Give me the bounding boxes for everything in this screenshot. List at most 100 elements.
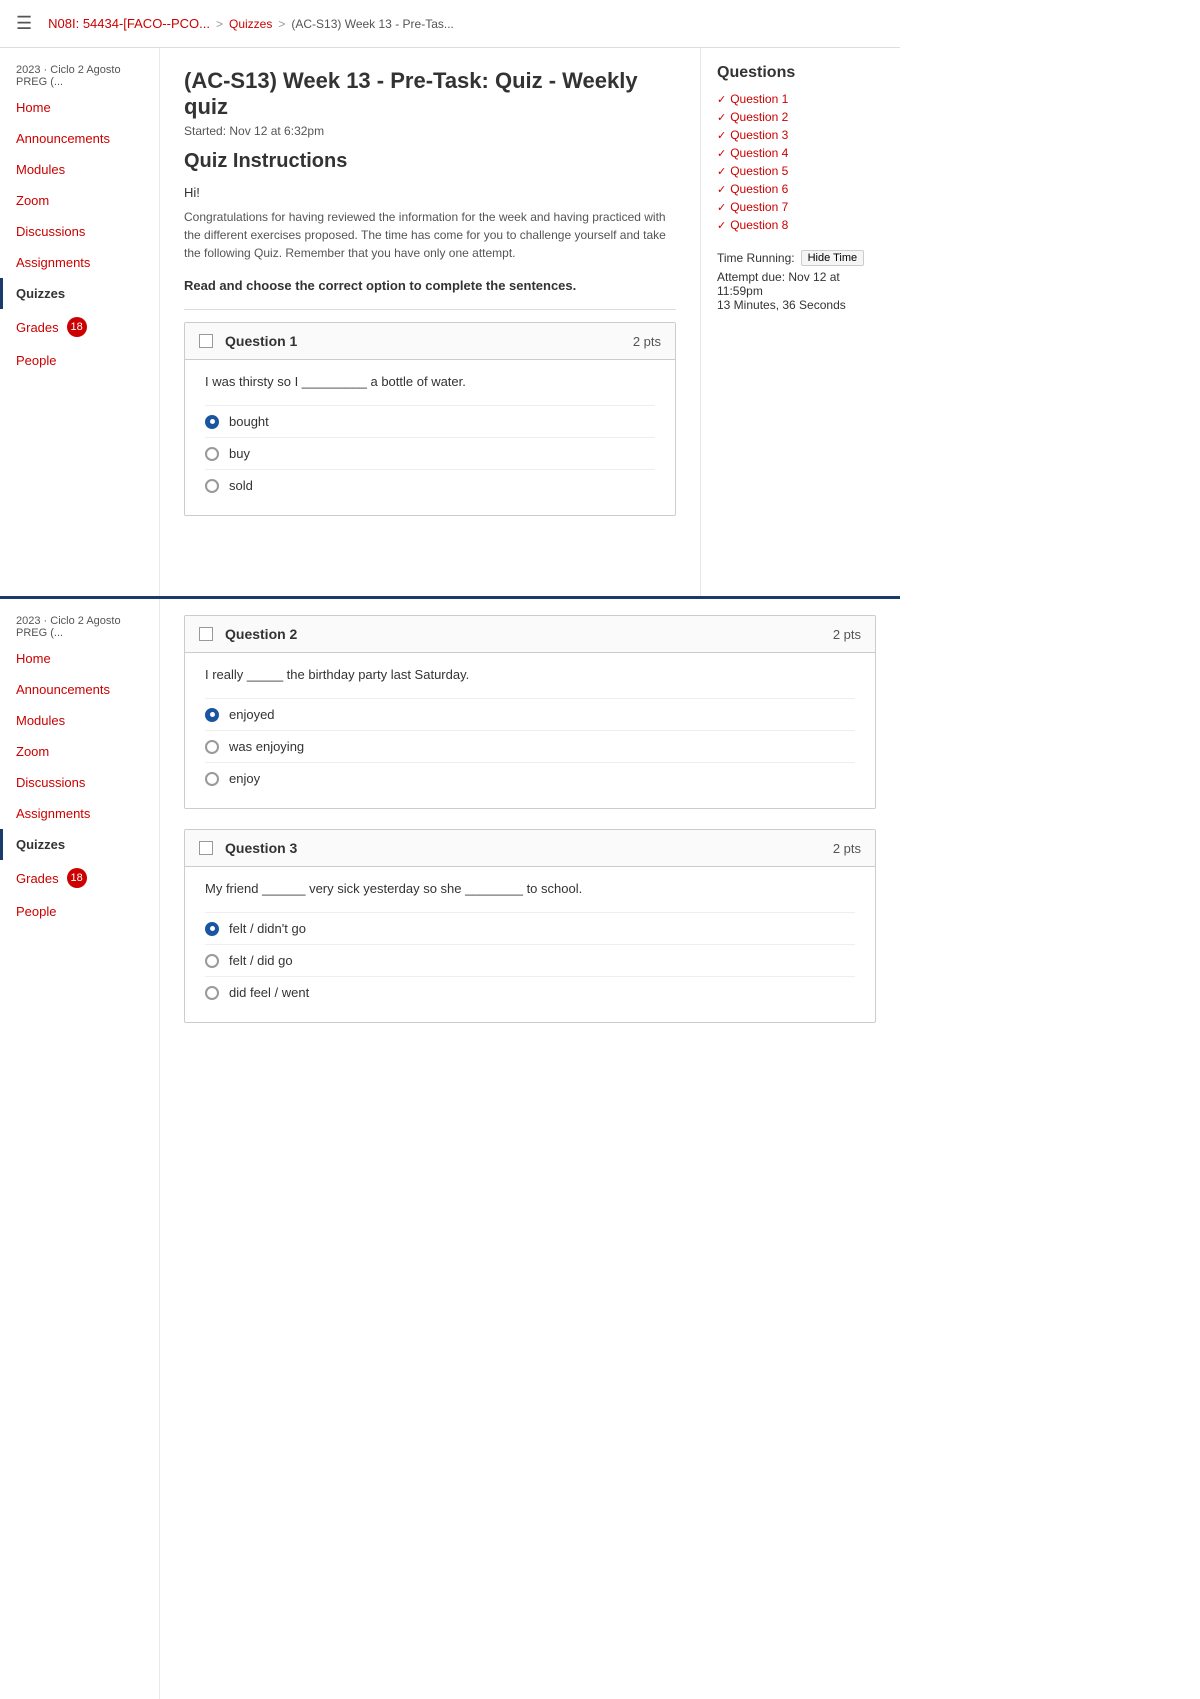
sidebar2-item-discussions[interactable]: Discussions (0, 767, 159, 798)
question-2-option-1[interactable]: was enjoying (205, 730, 855, 762)
question-links: ✓ Question 1 ✓ Question 2 ✓ Question 3 ✓… (717, 90, 884, 234)
option-enjoyed-label: enjoyed (229, 707, 275, 722)
sidebar2-grades-label: Grades (16, 871, 59, 886)
time-running-label: Time Running: (717, 251, 795, 265)
question-1-header: Question 1 2 pts (185, 323, 675, 360)
sidebar2-item-home[interactable]: Home (0, 643, 159, 674)
question-3-pts: 2 pts (833, 841, 861, 856)
question-3-option-0[interactable]: felt / didn't go (205, 912, 855, 944)
question-1-pts: 2 pts (633, 334, 661, 349)
sidebar2-item-modules[interactable]: Modules (0, 705, 159, 736)
sidebar-item-people[interactable]: People (0, 345, 159, 376)
option-felt-did-go-label: felt / did go (229, 953, 293, 968)
sidebar2-item-announcements[interactable]: Announcements (0, 674, 159, 705)
top-bar: ☰ N08I: 54434-[FACO--PCO... > Quizzes > … (0, 0, 900, 48)
sidebar-item-zoom[interactable]: Zoom (0, 185, 159, 216)
breadcrumb-sep2: > (278, 17, 285, 31)
question-2-checkbox[interactable] (199, 627, 213, 641)
breadcrumb-current: (AC-S13) Week 13 - Pre-Tas... (291, 17, 454, 31)
breadcrumb: N08I: 54434-[FACO--PCO... > Quizzes > (A… (48, 16, 454, 31)
sidebar-item-modules[interactable]: Modules (0, 154, 159, 185)
question-1-checkbox[interactable] (199, 334, 213, 348)
sidebar-item-assignments[interactable]: Assignments (0, 247, 159, 278)
sidebar-item-announcements[interactable]: Announcements (0, 123, 159, 154)
sidebar2-course-label: 2023 · Ciclo 2 Agosto PREG (... (0, 607, 159, 643)
question-2-text: I really _____ the birthday party last S… (205, 667, 855, 682)
question-link-6[interactable]: ✓ Question 6 (717, 180, 884, 198)
quiz-title: (AC-S13) Week 13 - Pre-Task: Quiz - Week… (184, 68, 676, 120)
right-panel: Questions ✓ Question 1 ✓ Question 2 ✓ Qu… (700, 48, 900, 596)
sidebar2-item-quizzes[interactable]: Quizzes (0, 829, 159, 860)
option-enjoy-label: enjoy (229, 771, 260, 786)
question-1-text: I was thirsty so I _________ a bottle of… (205, 374, 655, 389)
question-1-option-2[interactable]: sold (205, 469, 655, 501)
breadcrumb-course[interactable]: N08I: 54434-[FACO--PCO... (48, 16, 210, 31)
question-3-header: Question 3 2 pts (185, 830, 875, 867)
question-3-checkbox[interactable] (199, 841, 213, 855)
sidebar2: 2023 · Ciclo 2 Agosto PREG (... Home Ann… (0, 599, 160, 1699)
quiz-instructions-title: Quiz Instructions (184, 150, 676, 173)
question-3-body: My friend ______ very sick yesterday so … (185, 867, 875, 1022)
sidebar2-item-people[interactable]: People (0, 896, 159, 927)
sidebar-item-quizzes[interactable]: Quizzes (0, 278, 159, 309)
radio-did-feel-went[interactable] (205, 986, 219, 1000)
check-icon-5: ✓ (717, 165, 726, 178)
radio-bought[interactable] (205, 415, 219, 429)
questions-panel-title: Questions (717, 64, 884, 82)
question-link-8[interactable]: ✓ Question 8 (717, 216, 884, 234)
attempt-due: Attempt due: Nov 12 at 11:59pm (717, 270, 884, 298)
radio-buy[interactable] (205, 447, 219, 461)
question-link-1[interactable]: ✓ Question 1 (717, 90, 884, 108)
question-1-option-1[interactable]: buy (205, 437, 655, 469)
option-was-enjoying-label: was enjoying (229, 739, 304, 754)
sidebar-course-label: 2023 · Ciclo 2 Agosto PREG (... (0, 56, 159, 92)
radio-was-enjoying[interactable] (205, 740, 219, 754)
question-3-card: Question 3 2 pts My friend ______ very s… (184, 829, 876, 1023)
hamburger-icon[interactable]: ☰ (16, 13, 32, 34)
question-2-pts: 2 pts (833, 627, 861, 642)
quiz-instruction: Read and choose the correct option to co… (184, 278, 676, 293)
question-3-option-2[interactable]: did feel / went (205, 976, 855, 1008)
question-link-4[interactable]: ✓ Question 4 (717, 144, 884, 162)
question-1-card: Question 1 2 pts I was thirsty so I ____… (184, 322, 676, 516)
divider (184, 309, 676, 310)
breadcrumb-quizzes[interactable]: Quizzes (229, 17, 272, 31)
radio-enjoy[interactable] (205, 772, 219, 786)
hide-time-button[interactable]: Hide Time (801, 250, 865, 266)
question-1-title: Question 1 (225, 333, 633, 349)
time-left: 13 Minutes, 36 Seconds (717, 298, 884, 312)
sidebar-item-grades[interactable]: Grades 18 (0, 309, 159, 345)
quiz-hi: Hi! (184, 185, 676, 200)
check-icon-3: ✓ (717, 129, 726, 142)
radio-sold[interactable] (205, 479, 219, 493)
radio-felt-did-go[interactable] (205, 954, 219, 968)
second-main: Question 2 2 pts I really _____ the birt… (160, 599, 900, 1699)
question-3-title: Question 3 (225, 840, 833, 856)
question-link-2[interactable]: ✓ Question 2 (717, 108, 884, 126)
sidebar2-item-grades[interactable]: Grades 18 (0, 860, 159, 896)
check-icon-8: ✓ (717, 219, 726, 232)
question-1-body: I was thirsty so I _________ a bottle of… (185, 360, 675, 515)
grades-label: Grades (16, 320, 59, 335)
question-link-7[interactable]: ✓ Question 7 (717, 198, 884, 216)
option-felt-didnt-go-label: felt / didn't go (229, 921, 306, 936)
question-2-option-2[interactable]: enjoy (205, 762, 855, 794)
check-icon-1: ✓ (717, 93, 726, 106)
sidebar-item-home[interactable]: Home (0, 92, 159, 123)
question-2-option-0[interactable]: enjoyed (205, 698, 855, 730)
radio-felt-didnt-go[interactable] (205, 922, 219, 936)
question-1-option-0[interactable]: bought (205, 405, 655, 437)
option-bought-label: bought (229, 414, 269, 429)
breadcrumb-sep1: > (216, 17, 223, 31)
time-info: Time Running: Hide Time Attempt due: Nov… (717, 250, 884, 312)
quiz-body-text: Congratulations for having reviewed the … (184, 208, 676, 262)
sidebar-item-discussions[interactable]: Discussions (0, 216, 159, 247)
sidebar2-item-assignments[interactable]: Assignments (0, 798, 159, 829)
sidebar2-item-zoom[interactable]: Zoom (0, 736, 159, 767)
question-2-body: I really _____ the birthday party last S… (185, 653, 875, 808)
question-3-option-1[interactable]: felt / did go (205, 944, 855, 976)
question-link-3[interactable]: ✓ Question 3 (717, 126, 884, 144)
question-link-5[interactable]: ✓ Question 5 (717, 162, 884, 180)
option-buy-label: buy (229, 446, 250, 461)
radio-enjoyed[interactable] (205, 708, 219, 722)
